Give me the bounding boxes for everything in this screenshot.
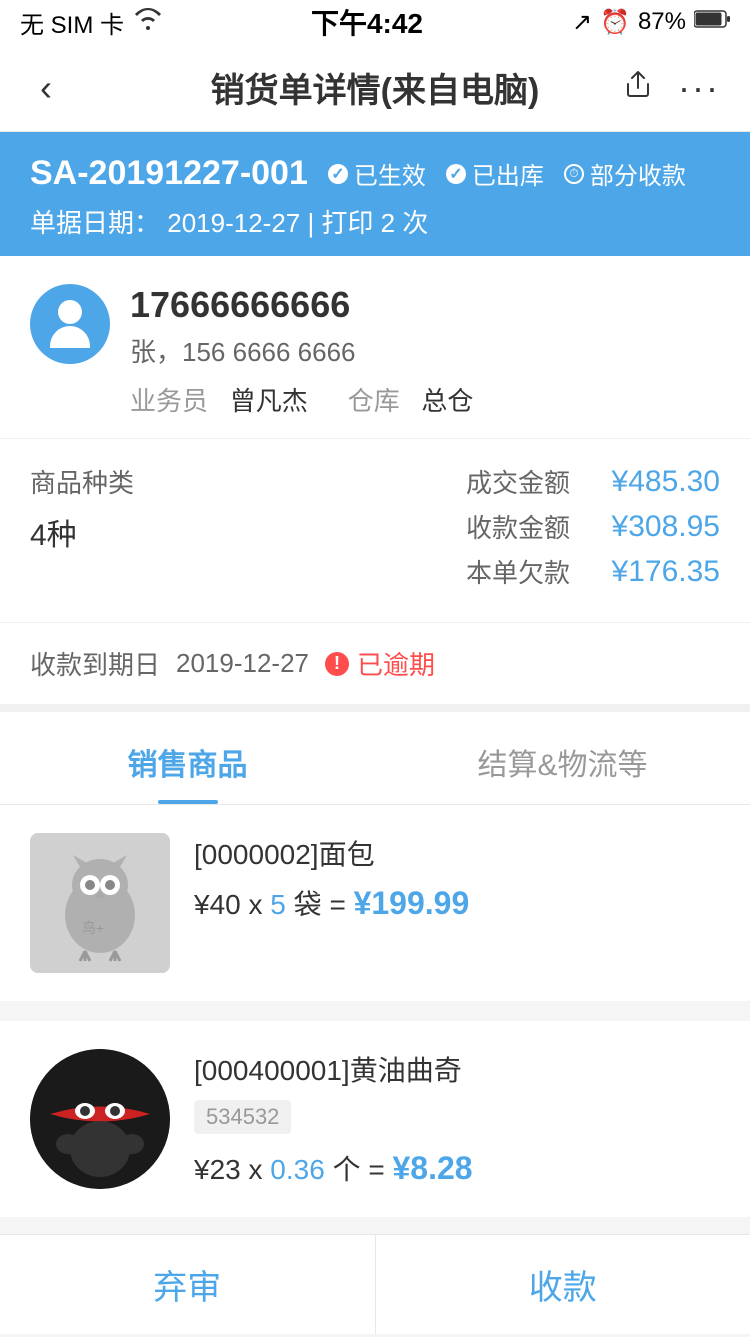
status-left: 无 SIM 卡 [20, 5, 162, 40]
due-date-label: 收款到期日 [30, 645, 160, 682]
cancel-button[interactable]: 弃审 [0, 1235, 376, 1334]
warehouse-info: 仓库 总仓 [348, 381, 474, 418]
deal-amount-row: 成交金额 ¥485.30 [466, 463, 720, 500]
customer-contact: 张，156 6666 6666 [130, 332, 720, 369]
customer-section: 17666666666 张，156 6666 6666 业务员 曾凡杰 仓库 总… [0, 256, 750, 439]
order-date: 2019-12-27 [167, 208, 300, 238]
person-body [50, 326, 90, 348]
price-2: ¥23 [194, 1154, 241, 1185]
received-amount-row: 收款金额 ¥308.95 [466, 508, 720, 545]
overdue-text: 已逾期 [357, 645, 435, 682]
avatar [30, 284, 110, 364]
staff-name: 曾凡杰 [230, 386, 308, 416]
received-label: 收款金额 [466, 508, 570, 545]
customer-info: 17666666666 张，156 6666 6666 业务员 曾凡杰 仓库 总… [130, 284, 720, 418]
banner-date-row: 单据日期： 2019-12-27 | 打印 2 次 [30, 203, 720, 240]
qty-2: 0.36 [270, 1154, 325, 1185]
battery-text: 87% [638, 8, 686, 36]
overdue-badge: ! 已逾期 [325, 645, 435, 682]
tab-products[interactable]: 销售商品 [0, 712, 375, 804]
warehouse-label: 仓库 [348, 386, 400, 416]
check-icon-2: ✓ [446, 164, 466, 184]
deal-amount-label: 成交金额 [466, 463, 570, 500]
badge-active: ✓ 已生效 [328, 156, 426, 191]
owed-amount-row: 本单欠款 ¥176.35 [466, 553, 720, 590]
confirm-button[interactable]: 收款 [376, 1235, 750, 1334]
overdue-icon: ! [325, 652, 349, 676]
alarm-icon: ⏰ [600, 8, 630, 37]
more-button[interactable]: ··· [678, 67, 720, 109]
list-item: [000400001]黄油曲奇 534532 ¥23 x 0.36 个 = ¥8… [0, 1021, 750, 1217]
staff-label: 业务员 [130, 386, 208, 416]
customer-id: 17666666666 [130, 284, 720, 326]
received-value: ¥308.95 [590, 510, 720, 544]
svg-text:鸟+: 鸟+ [82, 920, 104, 936]
nav-actions: ··· [622, 67, 720, 109]
product-price-row-2: ¥23 x 0.36 个 = ¥8.28 [194, 1148, 720, 1188]
badge-partial: ⏱ 部分收款 [564, 156, 686, 191]
product-name-2: [000400001]黄油曲奇 [194, 1049, 720, 1089]
tab-bar: 销售商品 结算&物流等 [0, 712, 750, 805]
order-id: SA-20191227-001 [30, 154, 308, 193]
category-label: 商品种类 [30, 463, 134, 500]
nav-bar: ‹ 销货单详情(来自电脑) ··· [0, 44, 750, 132]
unit-2: 个 [333, 1154, 361, 1185]
deal-amount-value: ¥485.30 [590, 465, 720, 499]
total-1: ¥199.99 [354, 885, 470, 921]
battery-icon [694, 8, 730, 36]
staff-info: 业务员 曾凡杰 [130, 381, 308, 418]
badge-shipped: ✓ 已出库 [446, 156, 544, 191]
product-thumb-2 [30, 1049, 170, 1189]
person-head [58, 300, 82, 324]
status-bar: 无 SIM 卡 下午4:42 ↗ ⏰ 87% [0, 0, 750, 44]
banner-row1: SA-20191227-001 ✓ 已生效 ✓ 已出库 ⏱ 部分收款 [30, 154, 720, 193]
header-banner: SA-20191227-001 ✓ 已生效 ✓ 已出库 ⏱ 部分收款 单据日期：… [0, 132, 750, 256]
category-info: 商品种类 4种 [30, 463, 134, 554]
person-icon [50, 300, 90, 348]
due-date-section: 收款到期日 2019-12-27 ! 已逾期 [0, 623, 750, 712]
bottom-bar: 弃审 收款 [0, 1234, 750, 1334]
unit-1: 袋 [294, 889, 322, 920]
product-thumb-1: 鸟+ [30, 833, 170, 973]
list-item: 鸟+ [0000002]面包 ¥40 x 5 袋 = ¥199.99 [0, 805, 750, 1001]
tab-settlement[interactable]: 结算&物流等 [375, 712, 750, 804]
owed-label: 本单欠款 [466, 553, 570, 590]
amount-info: 成交金额 ¥485.30 收款金额 ¥308.95 本单欠款 ¥176.35 [466, 463, 720, 598]
qty-1: 5 [270, 889, 286, 920]
date-label: 单据日期： [30, 208, 160, 238]
status-right: ↗ ⏰ 87% [572, 8, 730, 37]
carrier-text: 无 SIM 卡 [20, 5, 124, 40]
status-time: 下午4:42 [311, 2, 423, 42]
customer-meta: 业务员 曾凡杰 仓库 总仓 [130, 381, 720, 418]
warehouse-name: 总仓 [421, 386, 473, 416]
wifi-icon [134, 8, 162, 37]
tab-underline [158, 800, 218, 804]
product-details-1: [0000002]面包 ¥40 x 5 袋 = ¥199.99 [194, 833, 720, 923]
owed-value: ¥176.35 [590, 555, 720, 589]
back-button[interactable]: ‹ [30, 57, 62, 119]
product-details-2: [000400001]黄油曲奇 534532 ¥23 x 0.36 个 = ¥8… [194, 1049, 720, 1188]
check-icon-1: ✓ [328, 164, 348, 184]
location-icon: ↗ [572, 8, 592, 37]
product-sku-2: 534532 [194, 1100, 291, 1134]
price-1: ¥40 [194, 889, 241, 920]
product-name-1: [0000002]面包 [194, 833, 720, 873]
print-info: | 打印 2 次 [307, 208, 428, 238]
due-date-value: 2019-12-27 [176, 648, 309, 679]
clock-icon: ⏱ [564, 164, 584, 184]
share-button[interactable] [622, 68, 654, 108]
total-2: ¥8.28 [393, 1150, 473, 1186]
product-price-row-1: ¥40 x 5 袋 = ¥199.99 [194, 883, 720, 923]
summary-section: 商品种类 4种 成交金额 ¥485.30 收款金额 ¥308.95 本单欠款 ¥… [0, 439, 750, 623]
page-title: 销货单详情(来自电脑) [211, 63, 540, 112]
category-count: 4种 [30, 510, 134, 554]
